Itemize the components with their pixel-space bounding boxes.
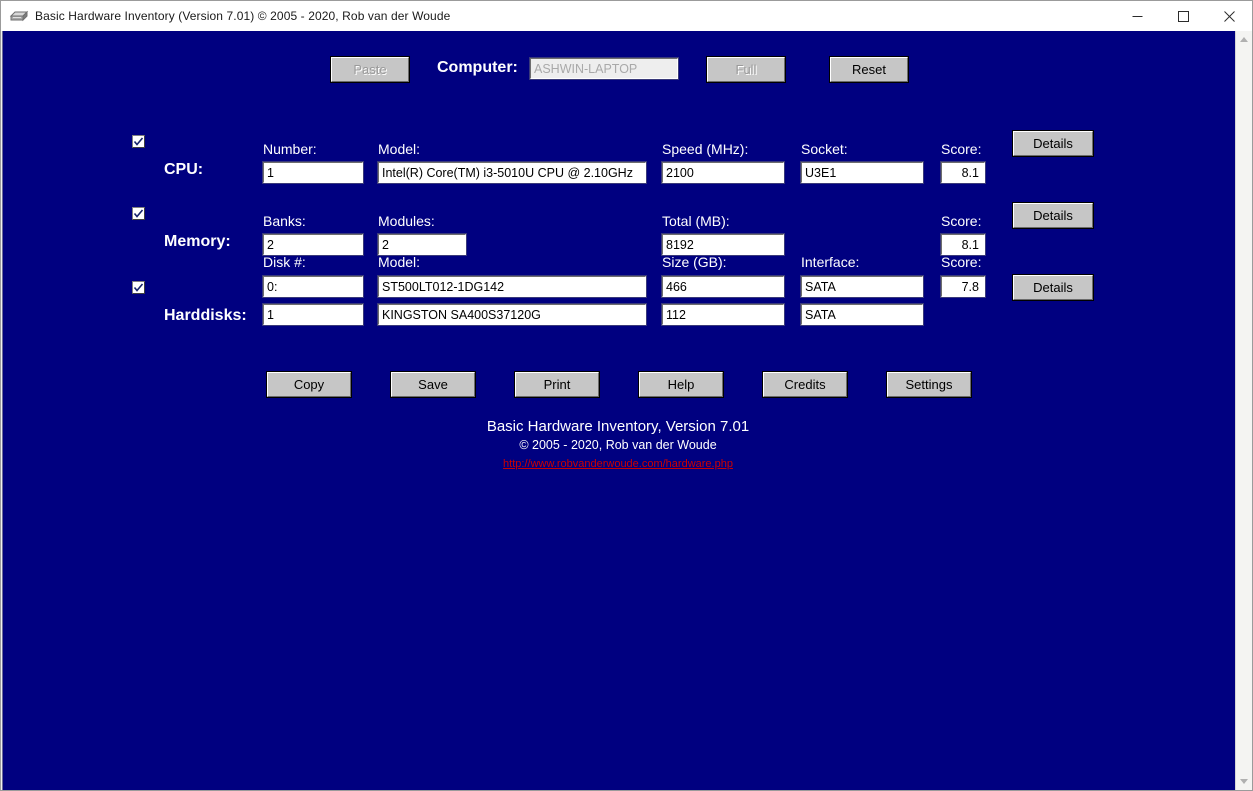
paste-button[interactable]: Paste xyxy=(331,57,409,82)
memory-total-header: Total (MB): xyxy=(662,213,730,229)
harddisks-row-label: Harddisks: xyxy=(164,307,247,324)
footer-copyright: © 2005 - 2020, Rob van der Woude xyxy=(519,438,717,452)
application-window: Basic Hardware Inventory (Version 7.01) … xyxy=(0,0,1253,791)
check-icon xyxy=(133,209,144,218)
harddisk-1-model-field[interactable]: KINGSTON SA400S37120G xyxy=(377,303,647,326)
scroll-up-icon[interactable] xyxy=(1236,31,1252,48)
close-button[interactable] xyxy=(1206,1,1252,31)
memory-modules-field[interactable]: 2 xyxy=(377,233,467,256)
harddisks-score-header: Score: xyxy=(941,254,982,270)
harddisk-0-number-field[interactable]: 0: xyxy=(262,275,364,298)
memory-modules-header: Modules: xyxy=(378,213,435,229)
cpu-checkbox[interactable] xyxy=(132,135,145,148)
cpu-details-button[interactable]: Details xyxy=(1013,131,1093,156)
window-title: Basic Hardware Inventory (Version 7.01) … xyxy=(35,9,451,23)
harddisk-0-interface-field[interactable]: SATA xyxy=(800,275,924,298)
memory-score-field[interactable]: 8.1 xyxy=(940,233,986,256)
footer-app-title: Basic Hardware Inventory, Version 7.01 xyxy=(486,418,750,435)
settings-button[interactable]: Settings xyxy=(887,372,971,397)
maximize-button[interactable] xyxy=(1160,1,1206,31)
hardware-chip-icon xyxy=(8,5,30,27)
print-button[interactable]: Print xyxy=(515,372,599,397)
harddisks-size-header: Size (GB): xyxy=(662,254,727,270)
check-icon xyxy=(133,283,144,292)
vertical-scrollbar[interactable] xyxy=(1235,31,1252,790)
full-button[interactable]: Full xyxy=(707,57,785,82)
cpu-number-header: Number: xyxy=(263,141,317,157)
harddisks-score-field[interactable]: 7.8 xyxy=(940,275,986,298)
window-controls xyxy=(1114,1,1252,31)
check-icon xyxy=(133,137,144,146)
computer-name-field[interactable]: ASHWIN-LAPTOP xyxy=(529,57,679,80)
cpu-score-header: Score: xyxy=(941,141,982,157)
harddisk-0-model-field[interactable]: ST500LT012-1DG142 xyxy=(377,275,647,298)
harddisks-model-header: Model: xyxy=(378,254,421,270)
reset-button[interactable]: Reset xyxy=(830,57,908,82)
harddisk-1-number-field[interactable]: 1 xyxy=(262,303,364,326)
memory-checkbox[interactable] xyxy=(132,207,145,220)
harddisk-1-size-field[interactable]: 112 xyxy=(661,303,785,326)
cpu-model-field[interactable]: Intel(R) Core(TM) i3-5010U CPU @ 2.10GHz xyxy=(377,161,647,184)
harddisks-disk-header: Disk #: xyxy=(263,254,306,270)
harddisks-checkbox[interactable] xyxy=(132,281,145,294)
computer-label: Computer: xyxy=(437,59,518,76)
app-canvas: Paste Computer: ASHWIN-LAPTOP Full Reset… xyxy=(1,31,1235,790)
memory-score-header: Score: xyxy=(941,213,982,229)
footer-link-row: http://www.robvanderwoude.com/hardware.p… xyxy=(1,454,1235,472)
cpu-number-field[interactable]: 1 xyxy=(262,161,364,184)
minimize-button[interactable] xyxy=(1114,1,1160,31)
cpu-socket-field[interactable]: U3E1 xyxy=(800,161,924,184)
harddisk-1-interface-field[interactable]: SATA xyxy=(800,303,924,326)
cpu-model-header: Model: xyxy=(378,141,421,157)
harddisks-details-button[interactable]: Details xyxy=(1013,275,1093,300)
title-bar: Basic Hardware Inventory (Version 7.01) … xyxy=(1,1,1252,32)
memory-banks-header: Banks: xyxy=(263,213,306,229)
harddisk-0-size-field[interactable]: 466 xyxy=(661,275,785,298)
memory-total-field[interactable]: 8192 xyxy=(661,233,785,256)
harddisks-interface-header: Interface: xyxy=(801,254,860,270)
cpu-speed-field[interactable]: 2100 xyxy=(661,161,785,184)
help-button[interactable]: Help xyxy=(639,372,723,397)
scroll-down-icon[interactable] xyxy=(1236,773,1252,790)
homepage-link[interactable]: http://www.robvanderwoude.com/hardware.p… xyxy=(503,458,733,470)
memory-details-button[interactable]: Details xyxy=(1013,203,1093,228)
memory-banks-field[interactable]: 2 xyxy=(262,233,364,256)
cpu-row-label: CPU: xyxy=(164,161,204,178)
copy-button[interactable]: Copy xyxy=(267,372,351,397)
memory-row-label: Memory: xyxy=(164,233,231,250)
credits-button[interactable]: Credits xyxy=(763,372,847,397)
save-button[interactable]: Save xyxy=(391,372,475,397)
cpu-speed-header: Speed (MHz): xyxy=(662,141,749,157)
cpu-score-field[interactable]: 8.1 xyxy=(940,161,986,184)
cpu-socket-header: Socket: xyxy=(801,141,848,157)
